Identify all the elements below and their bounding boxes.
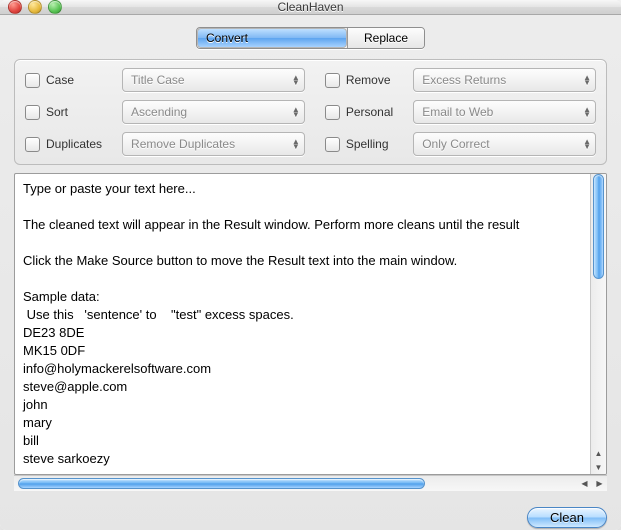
select-value: Title Case xyxy=(131,73,185,87)
select-sort[interactable]: Ascending ▲▼ xyxy=(122,100,305,124)
select-spelling[interactable]: Only Correct ▲▼ xyxy=(413,132,596,156)
app-window: CleanHaven Convert Replace Case Title Ca… xyxy=(0,0,621,530)
checkbox-sort[interactable]: Sort xyxy=(25,105,102,120)
chevron-updown-icon: ▲▼ xyxy=(292,107,300,117)
scroll-left-icon[interactable]: ◀ xyxy=(577,477,592,491)
select-case[interactable]: Title Case ▲▼ xyxy=(122,68,305,92)
title-bar: CleanHaven xyxy=(0,0,621,15)
chevron-updown-icon: ▲▼ xyxy=(583,139,591,149)
checkbox-label: Sort xyxy=(46,105,68,119)
checkbox-case[interactable]: Case xyxy=(25,73,102,88)
chevron-updown-icon: ▲▼ xyxy=(292,75,300,85)
tab-convert[interactable]: Convert xyxy=(197,28,347,48)
checkbox-label: Spelling xyxy=(346,137,389,151)
checkbox-label: Personal xyxy=(346,105,393,119)
select-duplicates[interactable]: Remove Duplicates ▲▼ xyxy=(122,132,305,156)
zoom-window-button[interactable] xyxy=(48,0,62,14)
mode-tabs: Convert Replace xyxy=(14,27,607,49)
checkbox-icon xyxy=(325,73,340,88)
scroll-down-icon[interactable]: ▼ xyxy=(591,460,606,474)
select-value: Email to Web xyxy=(422,105,493,119)
clean-button[interactable]: Clean xyxy=(527,507,607,528)
traffic-lights xyxy=(8,0,62,14)
main-text-input[interactable]: Type or paste your text here... The clea… xyxy=(15,174,590,474)
checkbox-icon xyxy=(325,137,340,152)
checkbox-label: Remove xyxy=(346,73,391,87)
vertical-scrollbar[interactable]: ▲ ▼ xyxy=(590,174,606,474)
chevron-updown-icon: ▲▼ xyxy=(583,75,591,85)
checkbox-icon xyxy=(25,105,40,120)
checkbox-duplicates[interactable]: Duplicates xyxy=(25,137,102,152)
window-title: CleanHaven xyxy=(0,0,621,14)
horizontal-scrollbar[interactable]: ◀ ▶ xyxy=(14,475,607,491)
scroll-thumb[interactable] xyxy=(593,174,604,279)
options-panel: Case Title Case ▲▼ Remove Excess Returns… xyxy=(14,59,607,165)
scroll-right-icon[interactable]: ▶ xyxy=(592,477,607,491)
close-window-button[interactable] xyxy=(8,0,22,14)
scroll-up-icon[interactable]: ▲ xyxy=(591,446,606,460)
checkbox-label: Duplicates xyxy=(46,137,102,151)
checkbox-icon xyxy=(25,73,40,88)
scroll-thumb[interactable] xyxy=(18,478,425,489)
checkbox-icon xyxy=(25,137,40,152)
select-value: Excess Returns xyxy=(422,73,506,87)
select-personal[interactable]: Email to Web ▲▼ xyxy=(413,100,596,124)
select-value: Remove Duplicates xyxy=(131,137,235,151)
select-value: Ascending xyxy=(131,105,187,119)
checkbox-icon xyxy=(325,105,340,120)
checkbox-spelling[interactable]: Spelling xyxy=(325,137,393,152)
select-value: Only Correct xyxy=(422,137,489,151)
text-area-container: Type or paste your text here... The clea… xyxy=(14,173,607,491)
window-body: Convert Replace Case Title Case ▲▼ Remov… xyxy=(0,15,621,530)
tab-replace[interactable]: Replace xyxy=(347,28,424,48)
button-row: Clean xyxy=(14,507,607,528)
chevron-updown-icon: ▲▼ xyxy=(292,139,300,149)
checkbox-personal[interactable]: Personal xyxy=(325,105,393,120)
minimize-window-button[interactable] xyxy=(28,0,42,14)
select-remove[interactable]: Excess Returns ▲▼ xyxy=(413,68,596,92)
chevron-updown-icon: ▲▼ xyxy=(583,107,591,117)
checkbox-remove[interactable]: Remove xyxy=(325,73,393,88)
checkbox-label: Case xyxy=(46,73,74,87)
